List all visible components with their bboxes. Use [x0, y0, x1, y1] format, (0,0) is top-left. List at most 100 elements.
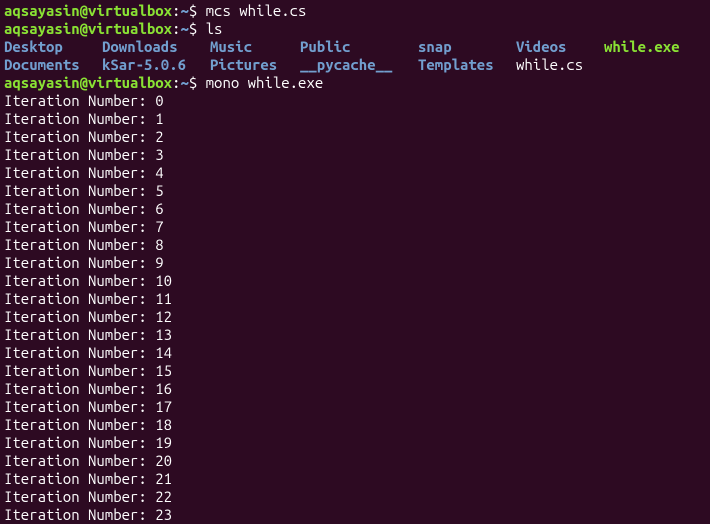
output-line: Iteration Number: 21	[4, 470, 706, 488]
at-sign: @	[80, 74, 88, 91]
output-line: Iteration Number: 5	[4, 182, 706, 200]
dir-downloads: Downloads	[102, 38, 210, 56]
iter-label: Iteration Number:	[4, 488, 155, 505]
output-line: Iteration Number: 10	[4, 272, 706, 290]
user: aqsayasin	[4, 74, 80, 91]
at-sign: @	[80, 2, 88, 19]
at-sign: @	[80, 20, 88, 37]
iter-label: Iteration Number:	[4, 146, 155, 163]
host: virtualbox	[88, 2, 172, 19]
output-line: Iteration Number: 18	[4, 416, 706, 434]
output-line: Iteration Number: 7	[4, 218, 706, 236]
iter-label: Iteration Number:	[4, 110, 155, 127]
iter-label: Iteration Number:	[4, 326, 155, 343]
iter-value: 13	[155, 326, 172, 343]
iter-value: 3	[155, 146, 163, 163]
output-line: Iteration Number: 23	[4, 506, 706, 524]
dir-music: Music	[210, 38, 300, 56]
file-while-exe: while.exe	[604, 38, 684, 56]
output-line: Iteration Number: 12	[4, 308, 706, 326]
output-line: Iteration Number: 2	[4, 128, 706, 146]
iter-value: 18	[155, 416, 172, 433]
dir-templates: Templates	[418, 56, 516, 74]
iter-value: 8	[155, 236, 163, 253]
output-line: Iteration Number: 16	[4, 380, 706, 398]
iter-value: 22	[155, 488, 172, 505]
ls-row-2: DocumentskSar-5.0.6Pictures__pycache__Te…	[4, 56, 706, 74]
output-line: Iteration Number: 13	[4, 326, 706, 344]
iter-label: Iteration Number:	[4, 272, 155, 289]
iter-value: 10	[155, 272, 172, 289]
iter-value: 19	[155, 434, 172, 451]
iter-label: Iteration Number:	[4, 308, 155, 325]
output-line: Iteration Number: 22	[4, 488, 706, 506]
iter-label: Iteration Number:	[4, 416, 155, 433]
dir-pictures: Pictures	[210, 56, 300, 74]
output-line: Iteration Number: 19	[4, 434, 706, 452]
iter-label: Iteration Number:	[4, 290, 155, 307]
iter-value: 1	[155, 110, 163, 127]
prompt-line-2: aqsayasin@virtualbox:~$ ls	[4, 20, 706, 38]
iter-value: 4	[155, 164, 163, 181]
iter-value: 11	[155, 290, 172, 307]
output-line: Iteration Number: 1	[4, 110, 706, 128]
iter-value: 0	[155, 92, 163, 109]
dir-pycache: __pycache__	[300, 56, 418, 74]
iter-label: Iteration Number:	[4, 200, 155, 217]
dir-snap: snap	[418, 38, 516, 56]
command-2: ls	[206, 20, 223, 37]
iter-label: Iteration Number:	[4, 236, 155, 253]
output-line: Iteration Number: 6	[4, 200, 706, 218]
output-line: Iteration Number: 0	[4, 92, 706, 110]
iter-label: Iteration Number:	[4, 506, 155, 523]
file-while-cs: while.cs	[516, 56, 604, 74]
iter-value: 23	[155, 506, 172, 523]
cwd: ~	[180, 2, 188, 19]
output-line: Iteration Number: 20	[4, 452, 706, 470]
iter-value: 12	[155, 308, 172, 325]
cwd: ~	[180, 20, 188, 37]
iter-value: 6	[155, 200, 163, 217]
terminal[interactable]: aqsayasin@virtualbox:~$ mcs while.cs aqs…	[4, 2, 706, 524]
iter-label: Iteration Number:	[4, 380, 155, 397]
iter-value: 16	[155, 380, 172, 397]
iter-label: Iteration Number:	[4, 470, 155, 487]
iter-label: Iteration Number:	[4, 362, 155, 379]
iter-value: 14	[155, 344, 172, 361]
iter-label: Iteration Number:	[4, 164, 155, 181]
iter-value: 15	[155, 362, 172, 379]
iter-value: 21	[155, 470, 172, 487]
iter-value: 17	[155, 398, 172, 415]
prompt-line-1: aqsayasin@virtualbox:~$ mcs while.cs	[4, 2, 706, 20]
dir-ksar: kSar-5.0.6	[102, 56, 210, 74]
dir-documents: Documents	[4, 56, 102, 74]
dir-desktop: Desktop	[4, 38, 102, 56]
host: virtualbox	[88, 74, 172, 91]
output-line: Iteration Number: 8	[4, 236, 706, 254]
iter-label: Iteration Number:	[4, 182, 155, 199]
dir-videos: Videos	[516, 38, 604, 56]
command-1: mcs while.cs	[206, 2, 307, 19]
dollar: $	[189, 20, 206, 37]
ls-row-1: DesktopDownloadsMusicPublicsnapVideoswhi…	[4, 38, 706, 56]
iter-value: 2	[155, 128, 163, 145]
output-line: Iteration Number: 3	[4, 146, 706, 164]
user: aqsayasin	[4, 20, 80, 37]
output-line: Iteration Number: 9	[4, 254, 706, 272]
iter-value: 7	[155, 218, 163, 235]
iter-value: 5	[155, 182, 163, 199]
iter-label: Iteration Number:	[4, 128, 155, 145]
output-line: Iteration Number: 15	[4, 362, 706, 380]
iter-label: Iteration Number:	[4, 398, 155, 415]
output-line: Iteration Number: 14	[4, 344, 706, 362]
iter-label: Iteration Number:	[4, 254, 155, 271]
iter-label: Iteration Number:	[4, 218, 155, 235]
iter-value: 9	[155, 254, 163, 271]
user: aqsayasin	[4, 2, 80, 19]
output-line: Iteration Number: 11	[4, 290, 706, 308]
command-3: mono while.exe	[206, 74, 324, 91]
iter-value: 20	[155, 452, 172, 469]
output-line: Iteration Number: 17	[4, 398, 706, 416]
output-line: Iteration Number: 4	[4, 164, 706, 182]
dir-public: Public	[300, 38, 418, 56]
